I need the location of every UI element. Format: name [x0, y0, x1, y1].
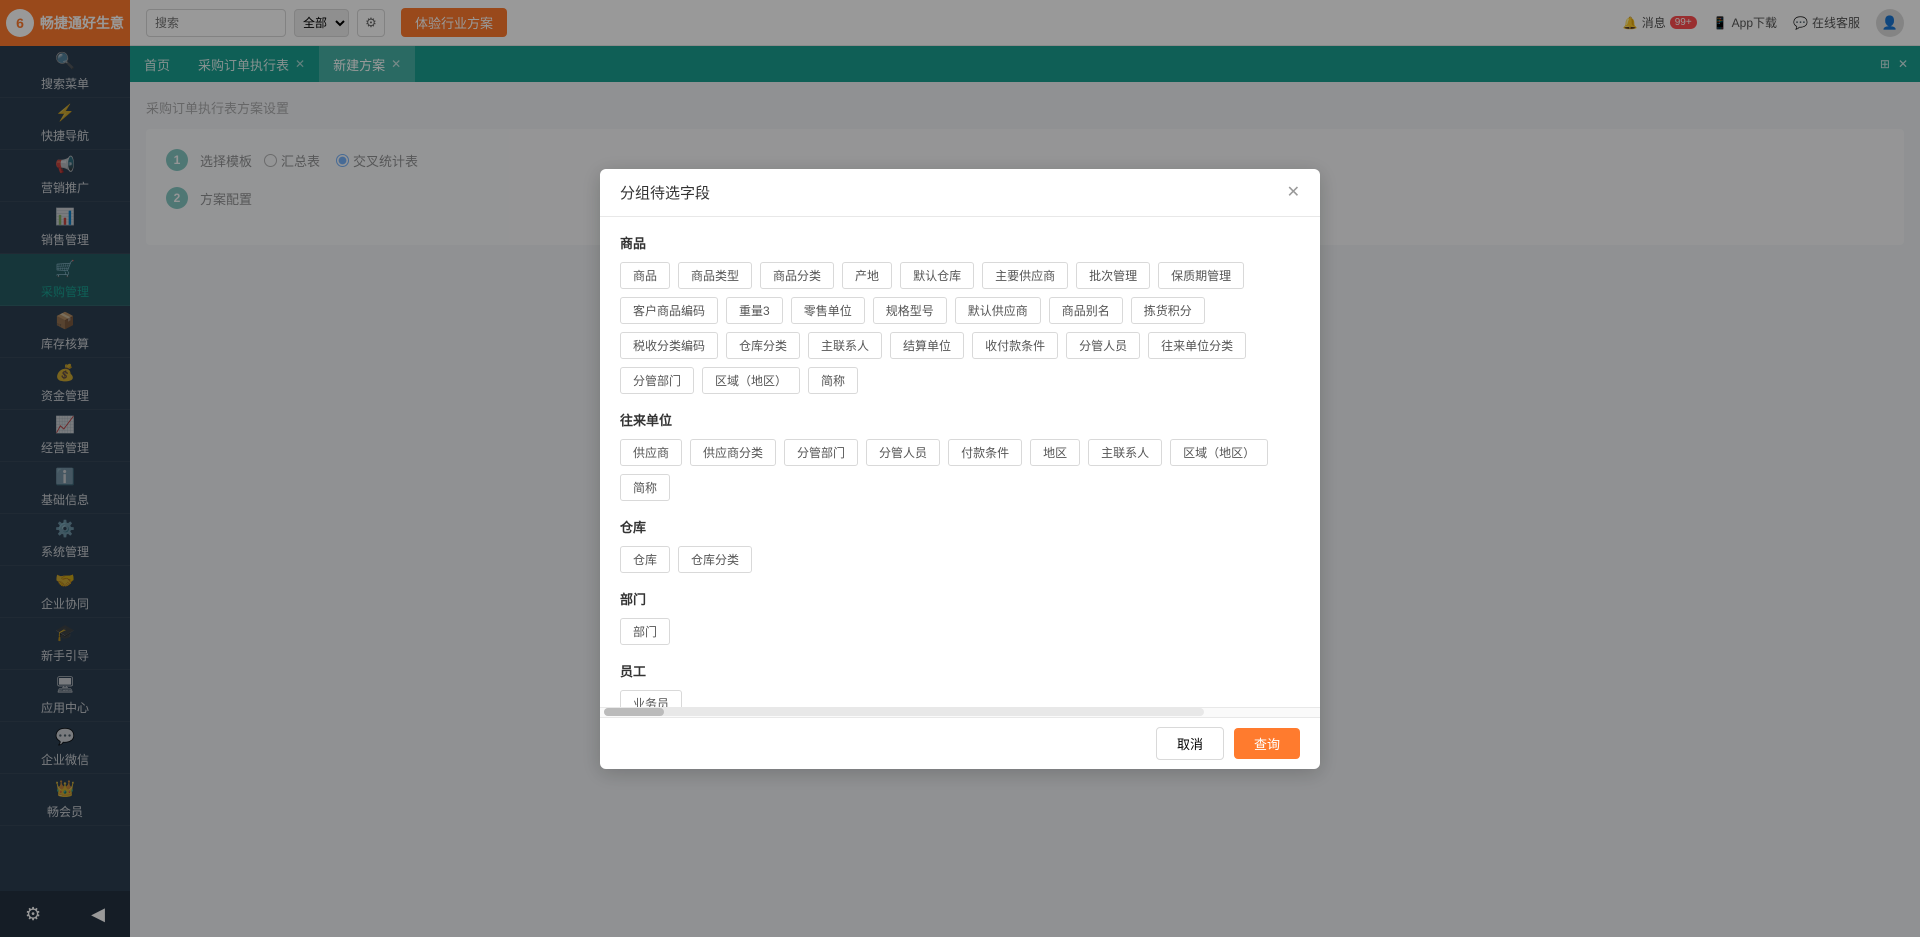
dept-chips: 部门: [620, 618, 1300, 645]
field-chip[interactable]: 往来单位分类: [1148, 332, 1246, 359]
field-chip[interactable]: 仓库分类: [678, 546, 752, 573]
field-chip[interactable]: 分管人员: [866, 439, 940, 466]
field-chip[interactable]: 地区: [1030, 439, 1080, 466]
field-chip[interactable]: 商品别名: [1049, 297, 1123, 324]
section-dept: 部门 部门: [620, 589, 1300, 645]
confirm-btn[interactable]: 查询: [1234, 728, 1300, 759]
field-chip[interactable]: 主联系人: [808, 332, 882, 359]
field-chip[interactable]: 供应商: [620, 439, 682, 466]
field-chip[interactable]: 批次管理: [1076, 262, 1150, 289]
field-chip[interactable]: 商品: [620, 262, 670, 289]
section-warehouse-title: 仓库: [620, 517, 1300, 536]
field-chip[interactable]: 分管人员: [1066, 332, 1140, 359]
field-chip[interactable]: 供应商分类: [690, 439, 776, 466]
field-chip[interactable]: 仓库分类: [726, 332, 800, 359]
field-chip[interactable]: 分管部门: [620, 367, 694, 394]
field-select-modal: 分组待选字段 ✕ 商品 商品商品类型商品分类产地默认仓库主要供应商批次管理保质期…: [600, 169, 1320, 769]
field-chip[interactable]: 规格型号: [873, 297, 947, 324]
section-goods-title: 商品: [620, 233, 1300, 252]
section-partners-title: 往来单位: [620, 410, 1300, 429]
field-chip[interactable]: 零售单位: [791, 297, 865, 324]
staff-chips: 业务员: [620, 690, 1300, 707]
field-chip[interactable]: 简称: [808, 367, 858, 394]
field-chip[interactable]: 拣货积分: [1131, 297, 1205, 324]
section-dept-title: 部门: [620, 589, 1300, 608]
field-chip[interactable]: 区域（地区）: [1170, 439, 1268, 466]
field-chip[interactable]: 客户商品编码: [620, 297, 718, 324]
modal-title: 分组待选字段: [620, 182, 710, 203]
field-chip[interactable]: 部门: [620, 618, 670, 645]
field-chip[interactable]: 重量3: [726, 297, 783, 324]
modal-overlay: 分组待选字段 ✕ 商品 商品商品类型商品分类产地默认仓库主要供应商批次管理保质期…: [0, 0, 1920, 937]
section-staff-title: 员工: [620, 661, 1300, 680]
section-goods: 商品 商品商品类型商品分类产地默认仓库主要供应商批次管理保质期管理客户商品编码重…: [620, 233, 1300, 394]
field-chip[interactable]: 结算单位: [890, 332, 964, 359]
field-chip[interactable]: 默认仓库: [900, 262, 974, 289]
field-chip[interactable]: 保质期管理: [1158, 262, 1244, 289]
field-chip[interactable]: 税收分类编码: [620, 332, 718, 359]
field-chip[interactable]: 商品分类: [760, 262, 834, 289]
modal-header: 分组待选字段 ✕: [600, 169, 1320, 217]
cancel-btn[interactable]: 取消: [1156, 727, 1224, 760]
field-chip[interactable]: 主要供应商: [982, 262, 1068, 289]
section-partners: 往来单位 供应商供应商分类分管部门分管人员付款条件地区主联系人区域（地区） 简称: [620, 410, 1300, 501]
field-chip[interactable]: 仓库: [620, 546, 670, 573]
section-staff: 员工 业务员: [620, 661, 1300, 707]
field-chip[interactable]: 付款条件: [948, 439, 1022, 466]
field-chip[interactable]: 主联系人: [1088, 439, 1162, 466]
field-chip[interactable]: 默认供应商: [955, 297, 1041, 324]
field-chip[interactable]: 产地: [842, 262, 892, 289]
field-chip[interactable]: 收付款条件: [972, 332, 1058, 359]
modal-footer: 取消 查询: [600, 717, 1320, 769]
field-chip[interactable]: 商品类型: [678, 262, 752, 289]
field-chip[interactable]: 区域（地区）: [702, 367, 800, 394]
partners-chips: 供应商供应商分类分管部门分管人员付款条件地区主联系人区域（地区） 简称: [620, 439, 1300, 501]
section-warehouse: 仓库 仓库仓库分类: [620, 517, 1300, 573]
field-chip[interactable]: 业务员: [620, 690, 682, 707]
field-chip[interactable]: 分管部门: [784, 439, 858, 466]
modal-hscroll[interactable]: [600, 707, 1320, 717]
modal-close-btn[interactable]: ✕: [1287, 182, 1300, 202]
field-chip[interactable]: 简称: [620, 474, 670, 501]
modal-body[interactable]: 商品 商品商品类型商品分类产地默认仓库主要供应商批次管理保质期管理客户商品编码重…: [600, 217, 1320, 707]
goods-chips: 商品商品类型商品分类产地默认仓库主要供应商批次管理保质期管理客户商品编码重量3 零…: [620, 262, 1300, 394]
warehouse-chips: 仓库仓库分类: [620, 546, 1300, 573]
